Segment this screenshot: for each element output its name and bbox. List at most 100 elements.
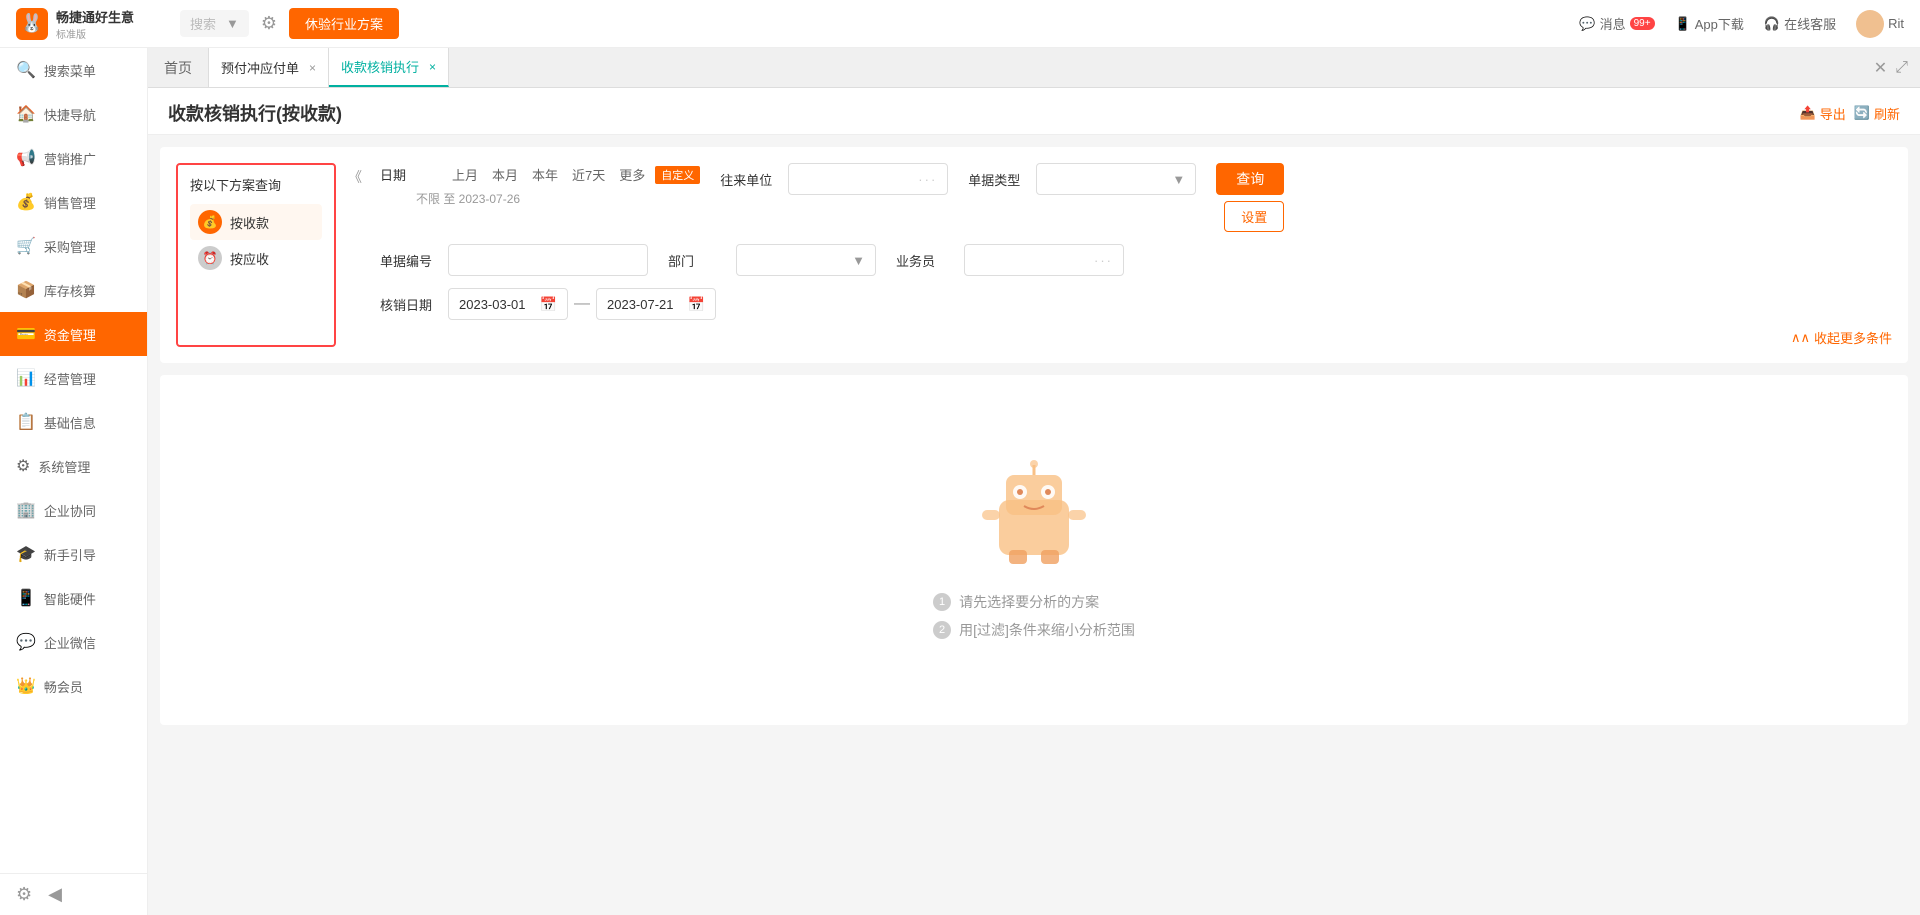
sidebar-settings-button[interactable]: ⚙ (16, 884, 32, 905)
staff-select[interactable]: ··· (964, 244, 1124, 276)
user-avatar (1856, 10, 1884, 38)
sidebar-item-operations[interactable]: 📊 经营管理 (0, 356, 147, 400)
sidebar-item-purchase[interactable]: 🛒 采购管理 (0, 224, 147, 268)
messages-item[interactable]: 💬 消息 99+ (1579, 14, 1654, 33)
sidebar-item-sales[interactable]: 💰 销售管理 (0, 180, 147, 224)
page-title: 收款核销执行(按收款) (168, 100, 342, 126)
sidebar-item-marketing[interactable]: 📢 营销推广 (0, 136, 147, 180)
search-dropdown-icon[interactable]: ▼ (226, 16, 239, 31)
date-label: 日期 (380, 165, 440, 184)
messages-label: 消息 (1600, 14, 1626, 33)
filter-option-receipt-label: 按收款 (230, 213, 269, 232)
app-title: 畅捷通好生意 (56, 7, 134, 26)
doc-type-label: 单据类型 (968, 170, 1028, 189)
partner-select[interactable]: ··· (788, 163, 948, 195)
dept-select[interactable]: ▼ (736, 244, 876, 276)
sidebar-collapse-button[interactable]: ◀ (48, 884, 62, 905)
sidebar-item-wechat[interactable]: 💬 企业微信 (0, 620, 147, 664)
header-search[interactable]: 搜索 ▼ (180, 10, 249, 37)
sidebar-item-system[interactable]: ⚙ 系统管理 (0, 444, 147, 488)
filter-option-receivable-label: 按应收 (230, 249, 269, 268)
sidebar-item-search-menu[interactable]: 🔍 搜索菜单 (0, 48, 147, 92)
app-download-item[interactable]: 📱 App下载 (1675, 14, 1744, 33)
logo-icon: 🐰 (16, 8, 48, 40)
verify-date-start-input[interactable]: 2023-03-01 📅 (448, 288, 568, 320)
doc-type-arrow: ▼ (1172, 172, 1185, 187)
query-button[interactable]: 查询 (1216, 163, 1284, 195)
enterprise-icon: 🏢 (16, 500, 36, 520)
date-separator: — (574, 295, 590, 313)
partner-dots: ··· (918, 172, 937, 187)
user-name: Rit (1888, 16, 1904, 31)
collapse-conditions-button[interactable]: ∧∧ 收起更多条件 (1791, 328, 1892, 347)
export-icon: 📤 (1800, 105, 1816, 121)
sidebar-item-inventory[interactable]: 📦 库存核算 (0, 268, 147, 312)
content-area: 按以下方案查询 💰 按收款 ⏰ 按应收 《 (148, 135, 1920, 737)
basic-info-icon: 📋 (16, 412, 36, 432)
calendar-start-icon: 📅 (540, 296, 557, 313)
beginner-icon: 🎓 (16, 544, 36, 564)
filter-option-by-receipt[interactable]: 💰 按收款 (190, 204, 322, 240)
sidebar-item-label: 智能硬件 (44, 589, 96, 608)
date-btn-more[interactable]: 更多 (615, 163, 649, 186)
verify-date-label: 核销日期 (380, 295, 440, 314)
sidebar-item-finance[interactable]: 💳 资金管理 (0, 312, 147, 356)
tab-receipt-writeoff-label: 收款核销执行 (341, 57, 419, 76)
tab-bar: 首页 预付冲应付单 × 收款核销执行 × ✕ ⤢ (148, 48, 1920, 88)
refresh-button[interactable]: 🔄 刷新 (1854, 104, 1900, 123)
date-btn-7days[interactable]: 近7天 (568, 163, 609, 186)
sidebar-item-label: 经营管理 (44, 369, 96, 388)
member-icon: 👑 (16, 676, 36, 696)
tab-receipt-writeoff[interactable]: 收款核销执行 × (329, 48, 449, 87)
date-btn-last-month[interactable]: 上月 (448, 163, 482, 186)
online-service-item[interactable]: 🎧 在线客服 (1764, 14, 1836, 33)
tab-expand-button[interactable]: ⤢ (1895, 59, 1908, 77)
filter-scheme-panel: 按以下方案查询 💰 按收款 ⏰ 按应收 (176, 163, 336, 347)
sidebar-item-member[interactable]: 👑 畅会员 (0, 664, 147, 708)
doc-type-select[interactable]: ▼ (1036, 163, 1196, 195)
staff-label: 业务员 (896, 251, 956, 270)
tab-receipt-writeoff-close[interactable]: × (429, 60, 436, 74)
date-btn-this-year[interactable]: 本年 (528, 163, 562, 186)
tab-close-all-button[interactable]: ✕ (1874, 58, 1887, 78)
empty-hint-2: 用[过滤]条件来缩小分析范围 (959, 620, 1135, 640)
sidebar-item-label: 系统管理 (38, 457, 90, 476)
sidebar-item-basic-info[interactable]: 📋 基础信息 (0, 400, 147, 444)
collapse-conditions: ∧∧ 收起更多条件 (380, 328, 1892, 347)
hint-number-2: 2 (933, 621, 951, 639)
tab-prepay-writeoff-close[interactable]: × (309, 61, 316, 75)
user-item[interactable]: Rit (1856, 10, 1904, 38)
app-subtitle: 标准版 (56, 26, 134, 41)
message-icon: 💬 (1579, 16, 1595, 32)
calendar-end-icon: 📅 (688, 296, 705, 313)
query-buttons: 查询 设置 (1216, 163, 1284, 232)
sidebar-item-quick-nav[interactable]: 🏠 快捷导航 (0, 92, 147, 136)
sidebar-item-label: 采购管理 (44, 237, 96, 256)
inventory-icon: 📦 (16, 280, 36, 300)
collapse-up-icon: ∧∧ (1791, 330, 1810, 346)
wechat-icon: 💬 (16, 632, 36, 652)
settings-btn[interactable]: 设置 (1224, 201, 1284, 232)
logo-area: 🐰 畅捷通好生意 标准版 (16, 7, 164, 41)
industry-solution-button[interactable]: 休验行业方案 (289, 8, 399, 39)
settings-button[interactable]: ⚙ (257, 9, 281, 38)
partner-label: 往来单位 (720, 170, 780, 189)
date-range-info: 不限 至 2023-07-26 (380, 190, 700, 207)
tab-home[interactable]: 首页 (148, 48, 209, 87)
sidebar-item-enterprise[interactable]: 🏢 企业协同 (0, 488, 147, 532)
export-button[interactable]: 📤 导出 (1800, 104, 1846, 123)
search-placeholder-text: 搜索 (190, 14, 216, 33)
tab-prepay-writeoff[interactable]: 预付冲应付单 × (209, 48, 329, 87)
verify-date-end-input[interactable]: 2023-07-21 📅 (596, 288, 716, 320)
phone-icon: 📱 (1675, 16, 1691, 32)
sidebar-item-smart-hardware[interactable]: 📱 智能硬件 (0, 576, 147, 620)
empty-state-illustration (974, 460, 1094, 580)
date-btn-this-month[interactable]: 本月 (488, 163, 522, 186)
dept-arrow: ▼ (852, 253, 865, 268)
filter-option-by-receivable[interactable]: ⏰ 按应收 (190, 240, 322, 276)
doc-no-input[interactable] (448, 244, 648, 276)
collapse-conditions-label: 收起更多条件 (1814, 328, 1892, 347)
sidebar-item-beginner[interactable]: 🎓 新手引导 (0, 532, 147, 576)
receipt-icon: 💰 (198, 210, 222, 234)
filter-collapse-button[interactable]: 《 (348, 163, 368, 347)
